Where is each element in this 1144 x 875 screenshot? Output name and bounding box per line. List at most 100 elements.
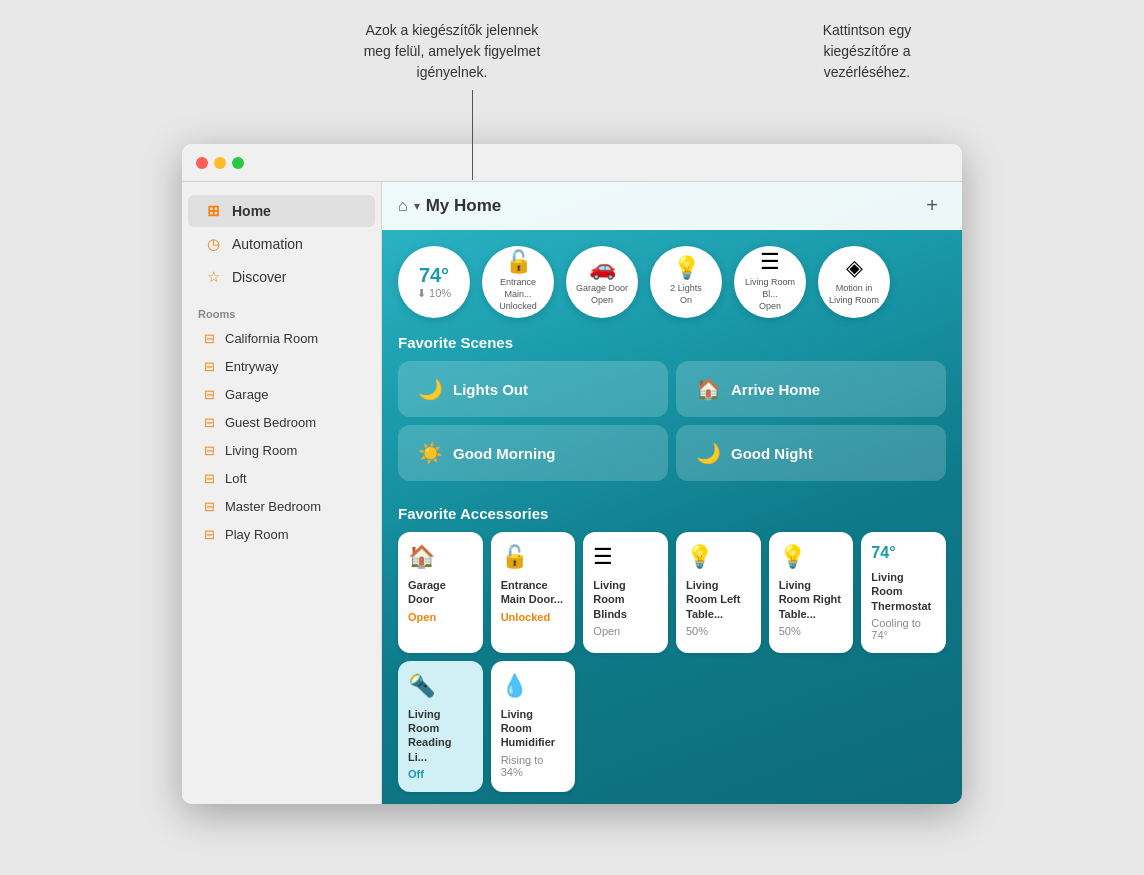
traffic-lights — [182, 157, 258, 169]
entrance-door-card-name: Entrance Main Door... — [501, 578, 566, 607]
sidebar-room-master-bedroom[interactable]: ⊟ Master Bedroom — [188, 493, 375, 520]
blinds-card[interactable]: ☰ Living Room Blinds Open — [583, 532, 668, 653]
lock-icon: 🔓 — [505, 249, 532, 275]
room-label-loft: Loft — [225, 471, 247, 486]
arrive-home-button[interactable]: 🏠 Arrive Home — [676, 361, 946, 417]
room-label-garage: Garage — [225, 387, 268, 402]
left-table-card-name: Living Room Left Table... — [686, 578, 751, 621]
motion-label: Motion inLiving Room — [825, 281, 883, 308]
left-table-card-icon: 💡 — [686, 544, 751, 570]
good-morning-label: Good Morning — [453, 445, 555, 462]
sidebar-nav-item-automation[interactable]: ◷ Automation — [188, 228, 375, 260]
thermostat-card[interactable]: 74° Living Room Thermostat Cooling to 74… — [861, 532, 946, 653]
temperature-circle[interactable]: 74° ⬇ 10% — [398, 246, 470, 318]
lights-out-button[interactable]: 🌙 Lights Out — [398, 361, 668, 417]
light-icon: 💡 — [673, 255, 700, 281]
good-morning-icon: ☀️ — [418, 441, 443, 465]
maximize-button[interactable] — [232, 157, 244, 169]
right-table-card-icon: 💡 — [779, 544, 844, 570]
empty-cell-3 — [769, 661, 854, 792]
add-button[interactable]: + — [918, 190, 946, 221]
blinds-label: Living Room Bl...Open — [734, 275, 806, 314]
left-table-card[interactable]: 💡 Living Room Left Table... 50% — [676, 532, 761, 653]
motion-icon: ◈ — [846, 255, 863, 281]
app-body: ⊞Home◷Automation☆Discover Rooms ⊟Califor… — [182, 182, 962, 804]
humidifier-card[interactable]: 💧 Living Room Humidifier Rising to 34% — [491, 661, 576, 792]
minimize-button[interactable] — [214, 157, 226, 169]
nav-label-home: Home — [232, 203, 271, 219]
entrance-door-card-status: Unlocked — [501, 611, 566, 623]
sidebar-nav-item-discover[interactable]: ☆Discover — [188, 261, 375, 293]
sidebar-room-guest-bedroom[interactable]: ⊟Guest Bedroom — [188, 409, 375, 436]
room-icon-play-room: ⊟ — [204, 527, 215, 542]
lights-label: 2 LightsOn — [666, 281, 706, 308]
thermostat-card-status: Cooling to 74° — [871, 617, 936, 641]
nav-label-automation: Automation — [232, 236, 303, 252]
lights-out-label: Lights Out — [453, 381, 528, 398]
room-label-california-room: California Room — [225, 331, 318, 346]
right-table-card[interactable]: 💡 Living Room Right Table... 50% — [769, 532, 854, 653]
good-morning-button[interactable]: ☀️ Good Morning — [398, 425, 668, 481]
lights-out-icon: 🌙 — [418, 377, 443, 401]
status-item-garage: 🚗 Garage DoorOpen — [566, 246, 638, 318]
lights-circle[interactable]: 💡 2 LightsOn — [650, 246, 722, 318]
room-icon-master-bedroom: ⊟ — [204, 499, 215, 514]
reading-light-name: Living Room Reading Li... — [408, 707, 473, 764]
garage-circle[interactable]: 🚗 Garage DoorOpen — [566, 246, 638, 318]
reading-light-icon: 🔦 — [408, 673, 473, 699]
nav-icon-automation: ◷ — [204, 235, 222, 253]
good-night-icon: 🌙 — [696, 441, 721, 465]
good-night-button[interactable]: 🌙 Good Night — [676, 425, 946, 481]
room-icon-entryway: ⊟ — [204, 359, 215, 374]
sidebar-room-play-room[interactable]: ⊟ Play Room — [188, 521, 375, 548]
sidebar-room-california-room[interactable]: ⊟California Room — [188, 325, 375, 352]
good-night-label: Good Night — [731, 445, 813, 462]
chevron-down-icon[interactable]: ▾ — [414, 199, 420, 213]
title-bar — [182, 144, 962, 182]
arrive-home-icon: 🏠 — [696, 377, 721, 401]
status-item-entrance: 🔓 Entrance Main...Unlocked — [482, 246, 554, 318]
status-item-motion: ◈ Motion inLiving Room — [818, 246, 890, 318]
blinds-card-status: Open — [593, 625, 658, 637]
home-header-left: ⌂ ▾ My Home — [398, 196, 501, 216]
sidebar-room-loft[interactable]: ⊟Loft — [188, 465, 375, 492]
garage-door-card-status: Open — [408, 611, 473, 623]
arrive-home-label: Arrive Home — [731, 381, 820, 398]
scenes-grid: 🌙 Lights Out 🏠 Arrive Home ☀️ Good Morni… — [398, 361, 946, 481]
sidebar-room-entryway[interactable]: ⊟ Entryway — [188, 353, 375, 380]
thermostat-card-icon: 74° — [871, 544, 936, 562]
garage-icon: 🚗 — [589, 255, 616, 281]
room-label-play-room: Play Room — [225, 527, 289, 542]
entrance-door-card[interactable]: 🔓 Entrance Main Door... Unlocked — [491, 532, 576, 653]
favorite-accessories-title: Favorite Accessories — [398, 505, 946, 522]
room-label-entryway: Entryway — [225, 359, 278, 374]
reading-light-card[interactable]: 🔦 Living Room Reading Li... Off — [398, 661, 483, 792]
entrance-circle[interactable]: 🔓 Entrance Main...Unlocked — [482, 246, 554, 318]
garage-door-card[interactable]: 🏠 Garage Door Open — [398, 532, 483, 653]
blinds-card-icon: ☰ — [593, 544, 658, 570]
humidifier-status: Rising to 34% — [501, 754, 566, 778]
garage-door-card-name: Garage Door — [408, 578, 473, 607]
status-item-lights: 💡 2 LightsOn — [650, 246, 722, 318]
accessories-row2: 🔦 Living Room Reading Li... Off 💧 Living… — [398, 661, 946, 792]
sidebar-room-living-room[interactable]: ⊟Living Room — [188, 437, 375, 464]
sidebar-nav-item-home[interactable]: ⊞ Home — [188, 195, 375, 227]
close-button[interactable] — [196, 157, 208, 169]
empty-cell-1 — [583, 661, 668, 792]
room-label-master-bedroom: Master Bedroom — [225, 499, 321, 514]
right-table-card-status: 50% — [779, 625, 844, 637]
right-table-card-name: Living Room Right Table... — [779, 578, 844, 621]
motion-circle[interactable]: ◈ Motion inLiving Room — [818, 246, 890, 318]
empty-cell-4 — [861, 661, 946, 792]
favorite-accessories-section: Favorite Accessories 🏠 Garage Door Open … — [382, 497, 962, 804]
blinds-circle[interactable]: ☰ Living Room Bl...Open — [734, 246, 806, 318]
annotation-right: Kattintson egy kiegészítőre a vezérléséh… — [792, 20, 942, 83]
garage-door-card-icon: 🏠 — [408, 544, 473, 570]
blinds-icon: ☰ — [760, 249, 780, 275]
nav-icon-home: ⊞ — [204, 202, 222, 220]
thermostat-card-name: Living Room Thermostat — [871, 570, 936, 613]
sidebar-room-garage[interactable]: ⊟Garage — [188, 381, 375, 408]
reading-light-status: Off — [408, 768, 473, 780]
sidebar: ⊞Home◷Automation☆Discover Rooms ⊟Califor… — [182, 182, 382, 804]
header-bar: ⌂ ▾ My Home + — [382, 182, 962, 230]
